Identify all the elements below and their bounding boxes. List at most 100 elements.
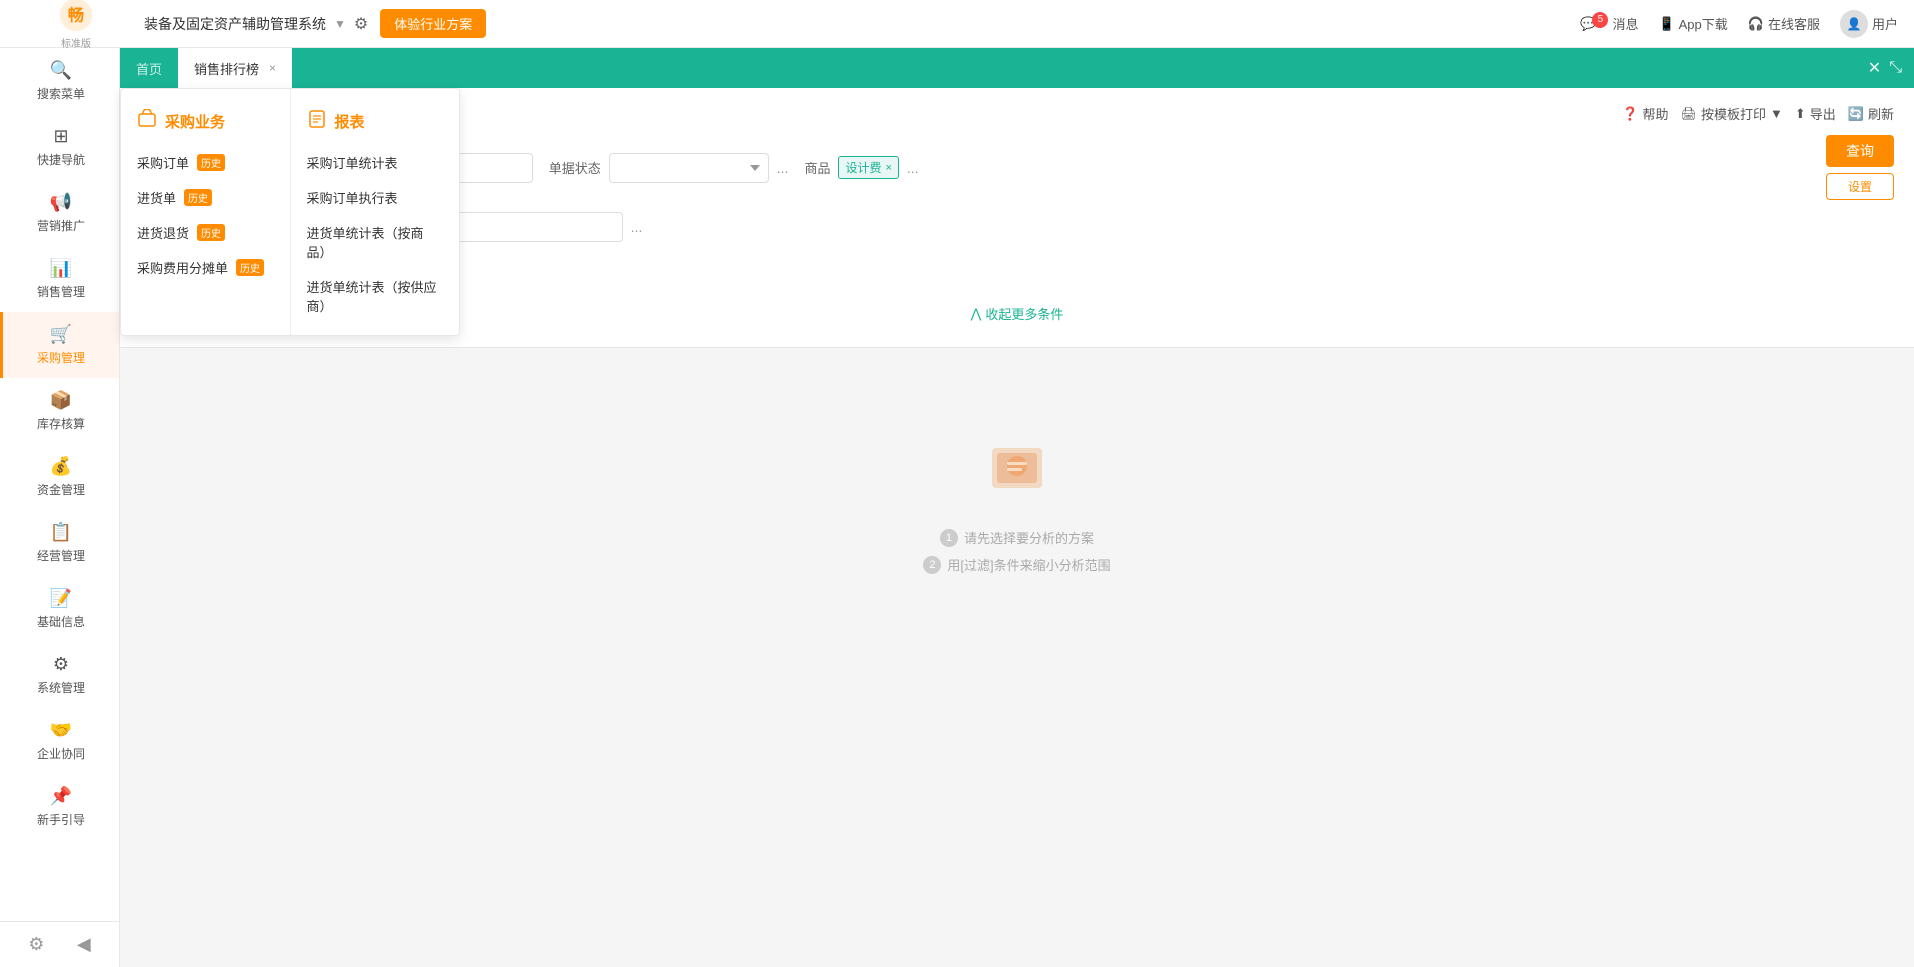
chart-icon: 📊: [50, 258, 72, 279]
sidebar-item-basic-info[interactable]: 📝 基础信息: [0, 576, 119, 642]
purchase-icon-svg: [137, 109, 157, 129]
sidebar-item-inventory[interactable]: 📦 库存核算: [0, 378, 119, 444]
empty-state: 1 请先选择要分析的方案 2 用[过滤]条件来缩小分析范围: [120, 348, 1914, 654]
sidebar-label-finance: 资金管理: [37, 481, 85, 498]
salesperson-ellipsis[interactable]: ...: [631, 219, 643, 235]
clipboard-icon: 📋: [50, 522, 72, 543]
voucher-status-select[interactable]: [609, 153, 769, 183]
help-label: 帮助: [1642, 104, 1668, 123]
dropdown-purchase-header: 采购业务: [121, 101, 290, 145]
tab-sales-ranking[interactable]: 销售排行榜 ×: [178, 48, 292, 88]
export-label: 导出: [1810, 104, 1836, 123]
dropdown-item-inbound-stats-goods[interactable]: 进货单统计表（按商品）: [291, 215, 460, 269]
sidebar-label-sales: 销售管理: [37, 283, 85, 300]
tab-close-btn[interactable]: ✕: [1868, 58, 1881, 78]
tab-home-label: 首页: [136, 59, 162, 78]
dropdown-item-cost-allocation[interactable]: 采购费用分摊单 历史: [121, 250, 290, 285]
dropdown-item-inbound-stats-supplier[interactable]: 进货单统计表（按供应商）: [291, 269, 460, 323]
voucher-status-label: 单据状态: [549, 158, 601, 177]
sidebar-item-marketing[interactable]: 📢 营销推广: [0, 180, 119, 246]
dropdown-item-purchase-order-exec[interactable]: 采购订单执行表: [291, 180, 460, 215]
refresh-button[interactable]: 🔄 刷新: [1848, 104, 1894, 123]
logo-subtitle: 标准版: [61, 35, 91, 50]
system-dropdown-icon[interactable]: ▼: [334, 17, 346, 31]
bottom-collapse-icon[interactable]: ◀: [77, 934, 91, 955]
tab-expand-btn[interactable]: ⤡: [1889, 59, 1902, 77]
settings-icon[interactable]: ⚙: [354, 14, 368, 34]
inbound-stats-goods-label: 进货单统计表（按商品）: [307, 223, 444, 261]
voucher-status-ellipsis[interactable]: ...: [777, 160, 789, 176]
app-icon: 📱: [1658, 16, 1674, 32]
empty-tip-2: 2 用[过滤]条件来缩小分析范围: [923, 555, 1110, 574]
sidebar-label-basic-info: 基础信息: [37, 613, 85, 630]
sidebar-bottom: ⚙ ◀: [0, 921, 119, 967]
app-download-item[interactable]: 📱 App下载: [1658, 14, 1727, 33]
message-label: 消息: [1612, 14, 1638, 33]
print-icon: 🖨: [1680, 106, 1697, 122]
purchase-order-exec-label: 采购订单执行表: [307, 188, 398, 207]
tip-num-1: 1: [940, 529, 958, 547]
query-button[interactable]: 查询: [1826, 135, 1894, 167]
sidebar-item-collab[interactable]: 🤝 企业协同: [0, 708, 119, 774]
collapse-up-icon: ⋀: [971, 306, 982, 322]
dropdown-col-report: 报表 采购订单统计表 采购订单执行表 进货单统计表（按商品） 进货单统计表（按供…: [291, 89, 460, 335]
inbound-label: 进货单: [137, 188, 176, 207]
dropdown-item-purchase-order[interactable]: 采购订单 历史: [121, 145, 290, 180]
sidebar-item-sales[interactable]: 📊 销售管理: [0, 246, 119, 312]
sidebar-label-operations: 经营管理: [37, 547, 85, 564]
salesperson-input[interactable]: [443, 212, 623, 242]
sidebar-item-finance[interactable]: 💰 资金管理: [0, 444, 119, 510]
sidebar-item-operations[interactable]: 📋 经营管理: [0, 510, 119, 576]
tab-bar: 首页 销售排行榜 × ✕ ⤡: [120, 48, 1914, 88]
print-dropdown-icon: ▼: [1770, 106, 1783, 121]
tab-close-icon[interactable]: ×: [269, 61, 276, 75]
user-item[interactable]: 👤 用户: [1840, 10, 1898, 38]
dropdown-report-label: 报表: [335, 111, 365, 132]
online-service-item[interactable]: 🎧 在线客服: [1748, 14, 1820, 33]
tab-home[interactable]: 首页: [120, 48, 178, 88]
headset-icon: 🎧: [1748, 16, 1764, 32]
return-label: 进货退货: [137, 223, 189, 242]
history-badge-1: 历史: [197, 154, 225, 171]
print-button[interactable]: 🖨 按模板打印 ▼: [1680, 104, 1782, 123]
sidebar-label-marketing: 营销推广: [37, 217, 85, 234]
purchase-header-icon: [137, 109, 157, 133]
sidebar-item-quicknav[interactable]: ⊞ 快捷导航: [0, 114, 119, 180]
bottom-settings-icon[interactable]: ⚙: [28, 934, 44, 955]
voucher-status-filter: 单据状态 ...: [549, 153, 789, 183]
avatar-icon: 👤: [1847, 17, 1862, 31]
history-badge-3: 历史: [197, 224, 225, 241]
sidebar-item-guide[interactable]: 📌 新手引导: [0, 774, 119, 840]
avatar: 👤: [1840, 10, 1868, 38]
filter-settings-button[interactable]: 设置: [1826, 173, 1894, 200]
goods-tag-close[interactable]: ×: [885, 162, 891, 174]
empty-tip-1: 1 请先选择要分析的方案: [940, 528, 1094, 547]
action-buttons: 查询 设置: [1826, 135, 1894, 200]
dropdown-item-inbound[interactable]: 进货单 历史: [121, 180, 290, 215]
goods-ellipsis[interactable]: ...: [907, 160, 919, 176]
sidebar-label-collab: 企业协同: [37, 745, 85, 762]
industry-button[interactable]: 体验行业方案: [380, 9, 486, 38]
sidebar-item-system[interactable]: ⚙ 系统管理: [0, 642, 119, 708]
dropdown-item-purchase-order-stats[interactable]: 采购订单统计表: [291, 145, 460, 180]
sidebar-item-purchase[interactable]: 🛒 采购管理: [0, 312, 119, 378]
goods-label: 商品: [804, 158, 830, 177]
print-label: 按模板打印: [1701, 104, 1766, 123]
guide-icon: 📌: [50, 786, 72, 807]
export-button[interactable]: ⬆ 导出: [1795, 104, 1836, 123]
dropdown-item-return[interactable]: 进货退货 历史: [121, 215, 290, 250]
empty-illustration: [977, 428, 1057, 508]
app-download-label: App下载: [1679, 14, 1728, 33]
logo-area: 畅 标准版: [16, 0, 136, 50]
history-badge-2: 历史: [184, 189, 212, 206]
purchase-order-label: 采购订单: [137, 153, 189, 172]
inbound-stats-supplier-label: 进货单统计表（按供应商）: [307, 277, 444, 315]
box-icon: 📦: [50, 390, 72, 411]
svg-text:畅: 畅: [68, 5, 84, 24]
dropdown-menu: 采购业务 采购订单 历史 进货单 历史 进货退货 历史 采购费用分摊单 历史: [120, 88, 460, 336]
help-button[interactable]: ❓ 帮助: [1622, 104, 1668, 123]
dropdown-purchase-label: 采购业务: [165, 111, 225, 132]
sidebar-item-search[interactable]: 🔍 搜索菜单: [0, 48, 119, 114]
message-item[interactable]: 💬 5 消息: [1580, 14, 1638, 33]
report-icon-svg: [307, 109, 327, 129]
